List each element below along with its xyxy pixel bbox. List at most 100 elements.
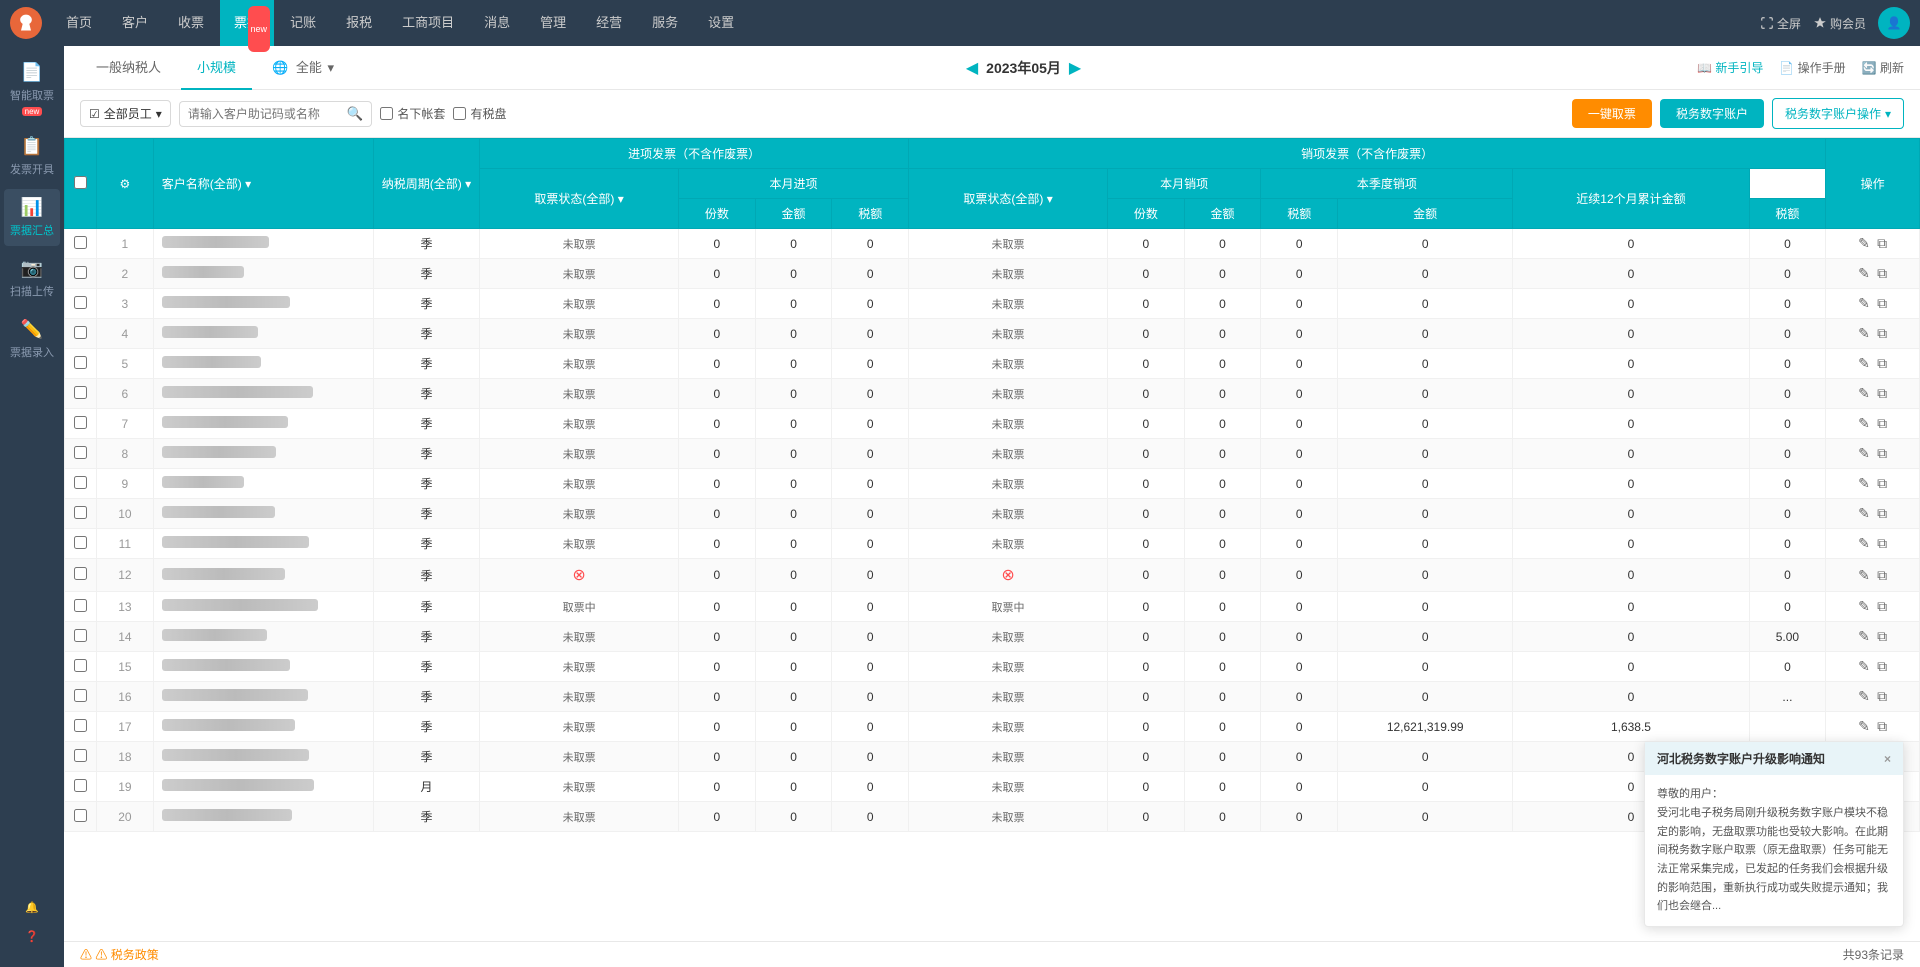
th-client-name[interactable]: 客户名称(全部) ▾ (153, 139, 373, 229)
row-client-name[interactable] (153, 529, 373, 559)
row-checkbox-cell[interactable] (65, 499, 97, 529)
refresh-link[interactable]: 🔄 刷新 (1862, 59, 1904, 76)
nav-business[interactable]: 工商项目 (388, 0, 468, 46)
edit-button[interactable]: ✎ (1856, 567, 1872, 584)
row-client-name[interactable] (153, 439, 373, 469)
copy-button[interactable]: ⧉ (1875, 567, 1889, 584)
nav-service[interactable]: 服务 (638, 0, 692, 46)
row-checkbox[interactable] (74, 236, 87, 249)
row-client-name[interactable] (153, 319, 373, 349)
edit-button[interactable]: ✎ (1856, 475, 1872, 492)
next-month-button[interactable]: ▶ (1069, 58, 1081, 78)
edit-button[interactable]: ✎ (1856, 505, 1872, 522)
manual-link[interactable]: 📄 操作手册 (1779, 59, 1845, 76)
edit-button[interactable]: ✎ (1856, 628, 1872, 645)
row-client-name[interactable] (153, 409, 373, 439)
row-checkbox[interactable] (74, 719, 87, 732)
sidebar-item-ticket-summary[interactable]: 📊 票据汇总 (4, 189, 60, 246)
row-checkbox[interactable] (74, 779, 87, 792)
copy-button[interactable]: ⧉ (1875, 355, 1889, 372)
edit-button[interactable]: ✎ (1856, 295, 1872, 312)
nav-tax[interactable]: 报税 (332, 0, 386, 46)
tab-general-taxpayer[interactable]: 一般纳税人 (80, 46, 177, 90)
prev-month-button[interactable]: ◀ (966, 58, 978, 78)
tax-digital-account-button[interactable]: 税务数字账户 (1660, 99, 1764, 128)
tab-all-capable[interactable]: 🌐 全能 ▾ (256, 46, 350, 90)
row-client-name[interactable] (153, 772, 373, 802)
row-client-name[interactable] (153, 229, 373, 259)
row-checkbox-cell[interactable] (65, 682, 97, 712)
copy-button[interactable]: ⧉ (1875, 385, 1889, 402)
row-checkbox-cell[interactable] (65, 712, 97, 742)
sidebar-item-invoice-open[interactable]: 📋 发票开具 (4, 128, 60, 185)
row-checkbox-cell[interactable] (65, 772, 97, 802)
nav-settings[interactable]: 设置 (694, 0, 748, 46)
th-tax-quota[interactable]: 纳税周期(全部) ▾ (373, 139, 479, 229)
row-checkbox[interactable] (74, 567, 87, 580)
row-checkbox[interactable] (74, 446, 87, 459)
row-checkbox[interactable] (74, 326, 87, 339)
row-checkbox[interactable] (74, 599, 87, 612)
copy-button[interactable]: ⧉ (1875, 325, 1889, 342)
sidebar-item-bottom1[interactable]: 🔔 (4, 893, 60, 922)
tax-digital-account-dropdown[interactable]: 税务数字账户操作 ▾ (1772, 98, 1904, 129)
edit-button[interactable]: ✎ (1856, 415, 1872, 432)
th-out-ticket-status[interactable]: 取票状态(全部) ▾ (909, 169, 1108, 229)
row-client-name[interactable] (153, 349, 373, 379)
vip-button[interactable]: 购会员 (1813, 15, 1866, 32)
employee-select[interactable]: ☑ 全部员工 ▾ (80, 100, 171, 127)
edit-button[interactable]: ✎ (1856, 688, 1872, 705)
user-avatar[interactable]: 👤 (1878, 7, 1910, 39)
edit-button[interactable]: ✎ (1856, 265, 1872, 282)
row-checkbox[interactable] (74, 356, 87, 369)
nav-receive[interactable]: 收票 (164, 0, 218, 46)
notification-close-button[interactable]: × (1884, 752, 1891, 766)
row-checkbox[interactable] (74, 536, 87, 549)
row-checkbox-cell[interactable] (65, 229, 97, 259)
row-checkbox[interactable] (74, 506, 87, 519)
row-checkbox-cell[interactable] (65, 802, 97, 832)
row-client-name[interactable] (153, 622, 373, 652)
tax-policy-link[interactable]: ⚠ ⚠ 税务政策 (80, 946, 159, 963)
copy-button[interactable]: ⧉ (1875, 718, 1889, 735)
copy-button[interactable]: ⧉ (1875, 505, 1889, 522)
row-client-name[interactable] (153, 259, 373, 289)
copy-button[interactable]: ⧉ (1875, 295, 1889, 312)
copy-button[interactable]: ⧉ (1875, 445, 1889, 462)
copy-button[interactable]: ⧉ (1875, 535, 1889, 552)
new-guide-link[interactable]: 📖 新手引导 (1697, 59, 1763, 76)
copy-button[interactable]: ⧉ (1875, 415, 1889, 432)
row-checkbox[interactable] (74, 659, 87, 672)
search-input[interactable] (179, 101, 339, 127)
downward-accounts-checkbox[interactable]: 名下帐套 (380, 105, 445, 122)
nav-bookkeeping[interactable]: 记账 (276, 0, 330, 46)
row-checkbox-cell[interactable] (65, 622, 97, 652)
sidebar-item-scan-upload[interactable]: 📷 扫描上传 (4, 250, 60, 307)
copy-button[interactable]: ⧉ (1875, 265, 1889, 282)
row-checkbox-cell[interactable] (65, 349, 97, 379)
row-checkbox[interactable] (74, 386, 87, 399)
row-client-name[interactable] (153, 742, 373, 772)
edit-button[interactable]: ✎ (1856, 385, 1872, 402)
row-client-name[interactable] (153, 682, 373, 712)
select-all-checkbox[interactable] (74, 176, 87, 189)
row-checkbox-cell[interactable] (65, 559, 97, 592)
copy-button[interactable]: ⧉ (1875, 628, 1889, 645)
sidebar-item-bottom2[interactable]: ❓ (4, 922, 60, 951)
row-client-name[interactable] (153, 469, 373, 499)
row-checkbox[interactable] (74, 416, 87, 429)
fullscreen-button[interactable]: 全屏 (1760, 15, 1801, 32)
sidebar-item-smart-ticket[interactable]: 📄 智能取票 new (4, 54, 60, 124)
row-checkbox-cell[interactable] (65, 529, 97, 559)
copy-button[interactable]: ⧉ (1875, 658, 1889, 675)
nav-home[interactable]: 首页 (52, 0, 106, 46)
tax-disc-checkbox[interactable]: 有税盘 (453, 105, 506, 122)
row-checkbox-cell[interactable] (65, 259, 97, 289)
tax-disc-check[interactable] (453, 107, 466, 120)
row-client-name[interactable] (153, 289, 373, 319)
row-checkbox-cell[interactable] (65, 439, 97, 469)
row-client-name[interactable] (153, 379, 373, 409)
row-checkbox[interactable] (74, 266, 87, 279)
row-checkbox-cell[interactable] (65, 469, 97, 499)
nav-operation[interactable]: 经营 (582, 0, 636, 46)
